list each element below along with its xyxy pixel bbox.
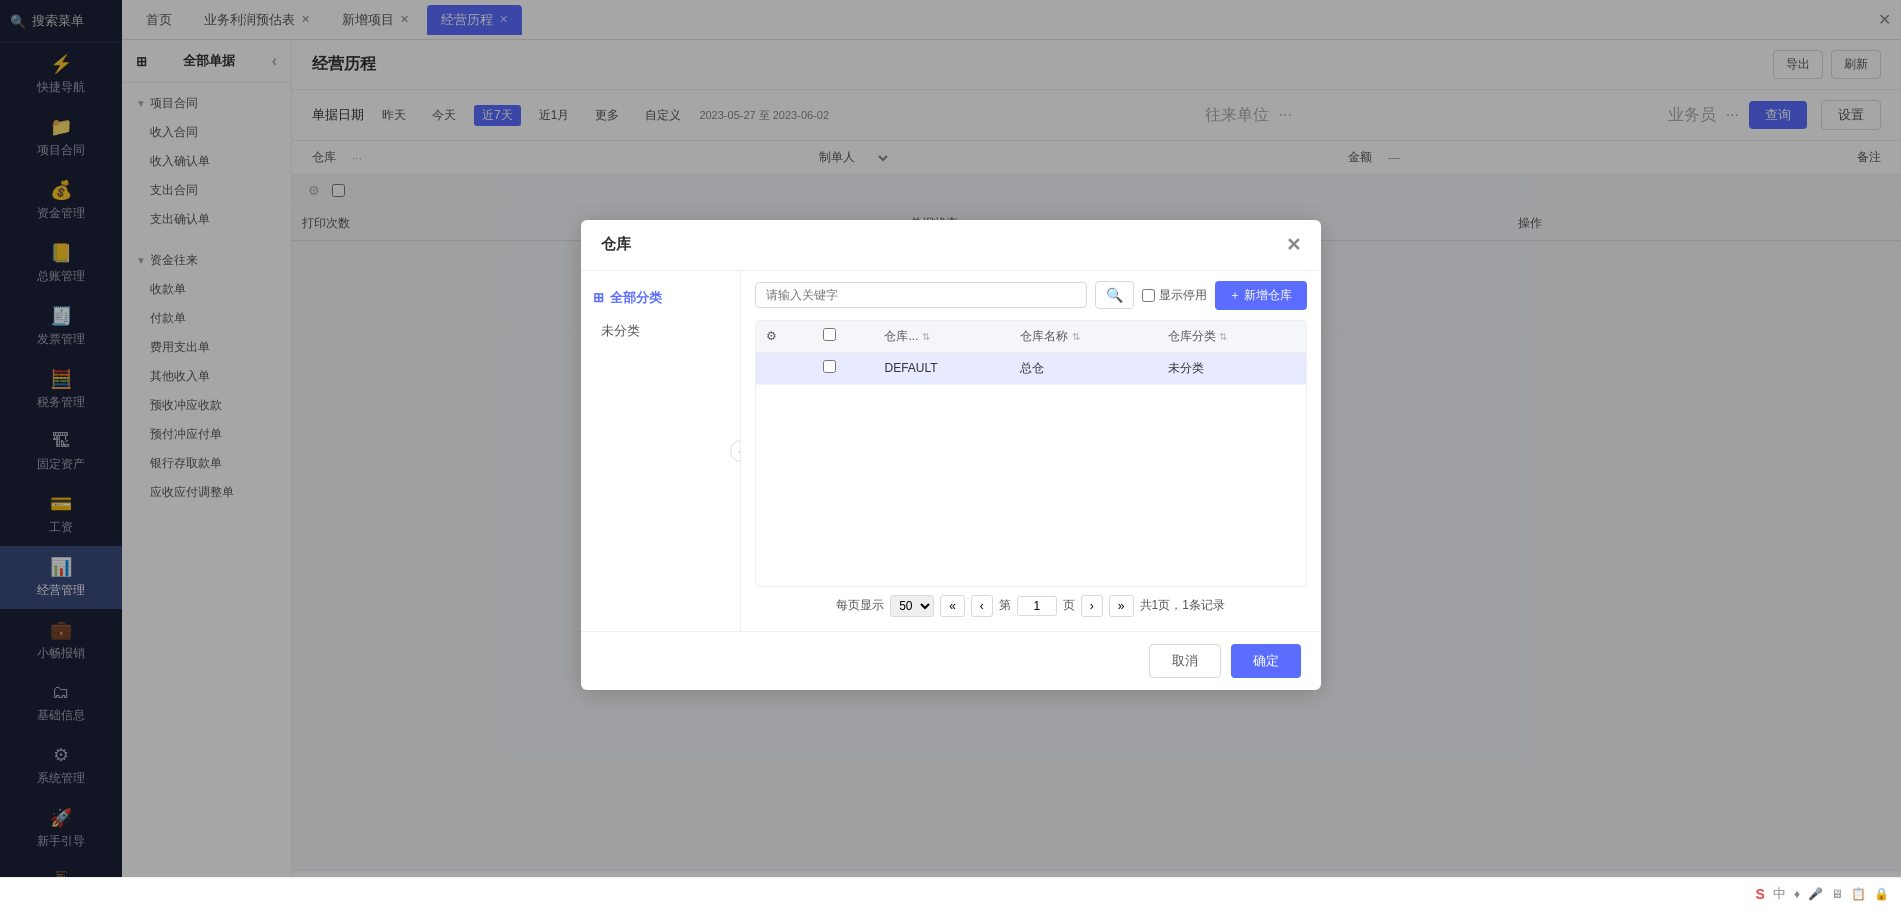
confirm-button[interactable]: 确定 [1231,644,1301,678]
cancel-button[interactable]: 取消 [1149,644,1221,678]
row-checkbox [813,352,874,384]
modal-col-category-label: 仓库分类 [1168,329,1216,343]
modal-search-input[interactable] [755,282,1088,308]
modal-page-input[interactable] [1017,596,1057,616]
taskbar-clipboard-icon[interactable]: 📋 [1851,887,1866,901]
modal-first-btn[interactable]: « [940,595,965,617]
modal-left-all[interactable]: ⊞ 全部分类 [581,281,740,315]
modal-all-label: 全部分类 [610,289,662,307]
modal-table-header: ⚙ 仓库... ⇅ 仓库名称 ⇅ 仓库分类 [756,321,1306,353]
modal-table-wrap: ⚙ 仓库... ⇅ 仓库名称 ⇅ 仓库分类 [755,320,1307,587]
taskbar-mic-icon[interactable]: 🎤 [1808,887,1823,901]
table-row[interactable]: DEFAULT 总仓 未分类 [756,352,1306,384]
modal-pagination: 每页显示 50 « ‹ 第 页 › » 共1页，1条记录 [755,587,1307,621]
modal-per-page-label: 每页显示 [836,597,884,614]
taskbar-screen-icon[interactable]: 🖥 [1831,887,1843,901]
taskbar-lang[interactable]: 中 [1773,885,1786,903]
show-disabled-label: 显示停用 [1142,287,1207,304]
modal-select-all[interactable] [823,328,836,341]
show-disabled-text: 显示停用 [1159,287,1207,304]
modal-left-unclassified[interactable]: 未分类 [581,315,740,347]
sort-icon-category: ⇅ [1219,331,1227,342]
grid-icon-modal: ⊞ [593,290,604,305]
modal-prev-btn[interactable]: ‹ [971,595,993,617]
add-warehouse-btn[interactable]: ＋ 新增仓库 [1215,281,1306,310]
modal-last-btn[interactable]: » [1109,595,1134,617]
modal-next-btn[interactable]: › [1081,595,1103,617]
modal-search-btn[interactable]: 🔍 [1095,281,1134,309]
modal-col-code-label: 仓库... [884,329,918,343]
modal-page-text: 第 [999,597,1011,614]
modal-page-label: 页 [1063,597,1075,614]
modal-col-category: 仓库分类 ⇅ [1158,321,1306,353]
modal-table: ⚙ 仓库... ⇅ 仓库名称 ⇅ 仓库分类 [756,321,1306,385]
taskbar-diamond: ♦ [1794,887,1800,901]
modal-footer-actions: 取消 确定 [581,631,1321,690]
row-select-checkbox[interactable] [823,360,836,373]
taskbar-lock-icon[interactable]: 🔒 [1874,887,1889,901]
modal-search-bar: 🔍 显示停用 ＋ 新增仓库 [755,281,1307,310]
taskbar-logo: S [1756,886,1765,902]
warehouse-modal: 仓库 ✕ ⊞ 全部分类 未分类 ‹ 🔍 显示停用 ＋ [581,220,1321,690]
row-name: 总仓 [1010,352,1158,384]
modal-left-panel: ⊞ 全部分类 未分类 ‹ [581,271,741,631]
taskbar: S 中 ♦ 🎤 🖥 📋 🔒 [0,877,1901,909]
modal-title: 仓库 [601,235,631,254]
modal-header: 仓库 ✕ [581,220,1321,271]
modal-right-panel: 🔍 显示停用 ＋ 新增仓库 ⚙ 仓库... [741,271,1321,631]
sort-icon-code: ⇅ [922,331,930,342]
modal-per-page-select[interactable]: 50 [890,595,934,617]
modal-col-name-label: 仓库名称 [1020,329,1068,343]
modal-col-checkbox [813,321,874,353]
modal-col-settings: ⚙ [756,321,814,353]
show-disabled-checkbox[interactable] [1142,289,1155,302]
modal-total-info: 共1页，1条记录 [1140,597,1225,614]
modal-collapse-btn[interactable]: ‹ [730,440,741,462]
unclassified-label: 未分类 [601,323,640,338]
modal-col-name: 仓库名称 ⇅ [1010,321,1158,353]
row-category: 未分类 [1158,352,1306,384]
sort-icon-name: ⇅ [1072,331,1080,342]
modal-close-btn[interactable]: ✕ [1286,234,1301,256]
row-code: DEFAULT [874,352,1010,384]
modal-body: ⊞ 全部分类 未分类 ‹ 🔍 显示停用 ＋ 新增仓库 [581,271,1321,631]
modal-col-code: 仓库... ⇅ [874,321,1010,353]
row-settings [756,352,814,384]
